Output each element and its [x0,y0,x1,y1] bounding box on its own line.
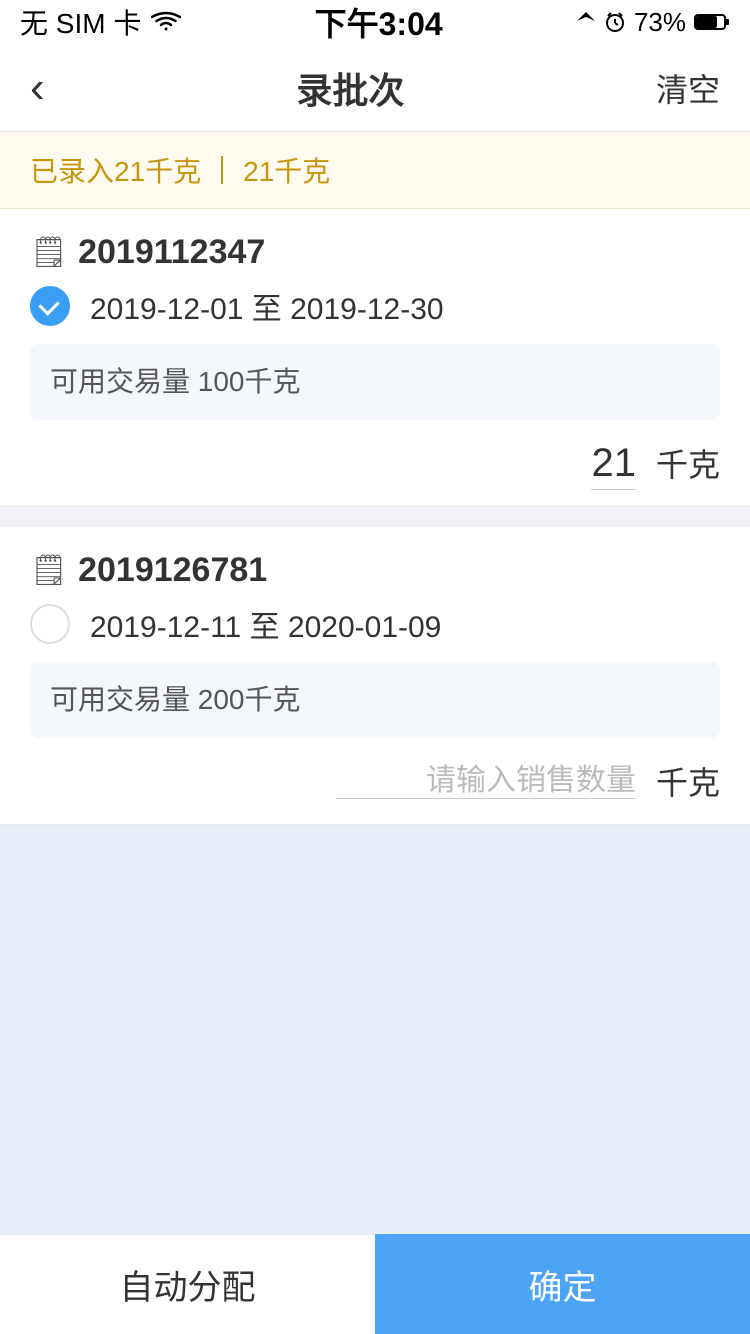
page-title: 录批次 [296,62,404,114]
batch-2-unit: 千克 [656,758,720,804]
batch-1-id: 2019112347 [78,233,265,272]
recorded-label: 已录入21千克 [30,150,201,190]
nav-bar: ‹ 录批次 清空 [0,44,750,132]
batch-1-radio[interactable] [30,286,70,326]
auto-distribute-button[interactable]: 自动分配 [0,1234,375,1334]
batch-1-date-row: 2019-12-01 至 2019-12-30 [30,284,720,328]
batch-1-date: 2019-12-01 至 2019-12-30 [90,284,444,328]
total-label: 21千克 [243,150,330,190]
batch-2-radio[interactable] [30,604,70,644]
batch-1-header: 🗒 2019112347 [30,233,720,272]
status-right: 73% [576,7,730,38]
summary-divider [221,156,223,184]
status-bar: 无 SIM 卡 下午3:04 73% [0,0,750,44]
batch-2-header: 🗒 2019126781 [30,551,720,590]
batch-2-available: 可用交易量 200千克 [30,662,720,738]
batch-1-available: 可用交易量 100千克 [30,344,720,420]
batch-2-quantity-input[interactable] [336,764,636,799]
batch-1-quantity-value[interactable]: 21 [591,441,636,486]
batch-2-input-row: 千克 [0,738,750,825]
summary-bar: 已录入21千克 21千克 [0,132,750,209]
wifi-icon [151,11,181,33]
bottom-bar: 自动分配 确定 [0,1234,750,1334]
location-icon [576,11,596,33]
status-left: 无 SIM 卡 [20,2,181,42]
batch-1-quantity-unit: 千克 [656,440,720,486]
batch-1-quantity-row: 21 千克 [0,420,750,507]
batch-2-date: 2019-12-11 至 2020-01-09 [90,602,441,646]
batch-1-icon: 🗒 [30,235,68,270]
batch-2-card: 🗒 2019126781 2019-12-11 至 2020-01-09 可用交… [0,527,750,738]
batch-2-date-row: 2019-12-11 至 2020-01-09 [30,602,720,646]
section-gap [0,507,750,527]
battery-percent: 73% [634,7,686,38]
battery-icon [694,13,730,31]
batch-2-id: 2019126781 [78,551,267,590]
alarm-icon [604,11,626,33]
clear-button[interactable]: 清空 [656,65,720,111]
no-sim-text: 无 SIM 卡 [20,2,141,42]
batch-1-card: 🗒 2019112347 2019-12-01 至 2019-12-30 可用交… [0,209,750,420]
back-button[interactable]: ‹ [30,66,45,110]
batch-2-icon: 🗒 [30,553,68,588]
blue-area [0,825,750,1305]
confirm-button[interactable]: 确定 [375,1234,750,1334]
status-time: 下午3:04 [315,0,443,45]
